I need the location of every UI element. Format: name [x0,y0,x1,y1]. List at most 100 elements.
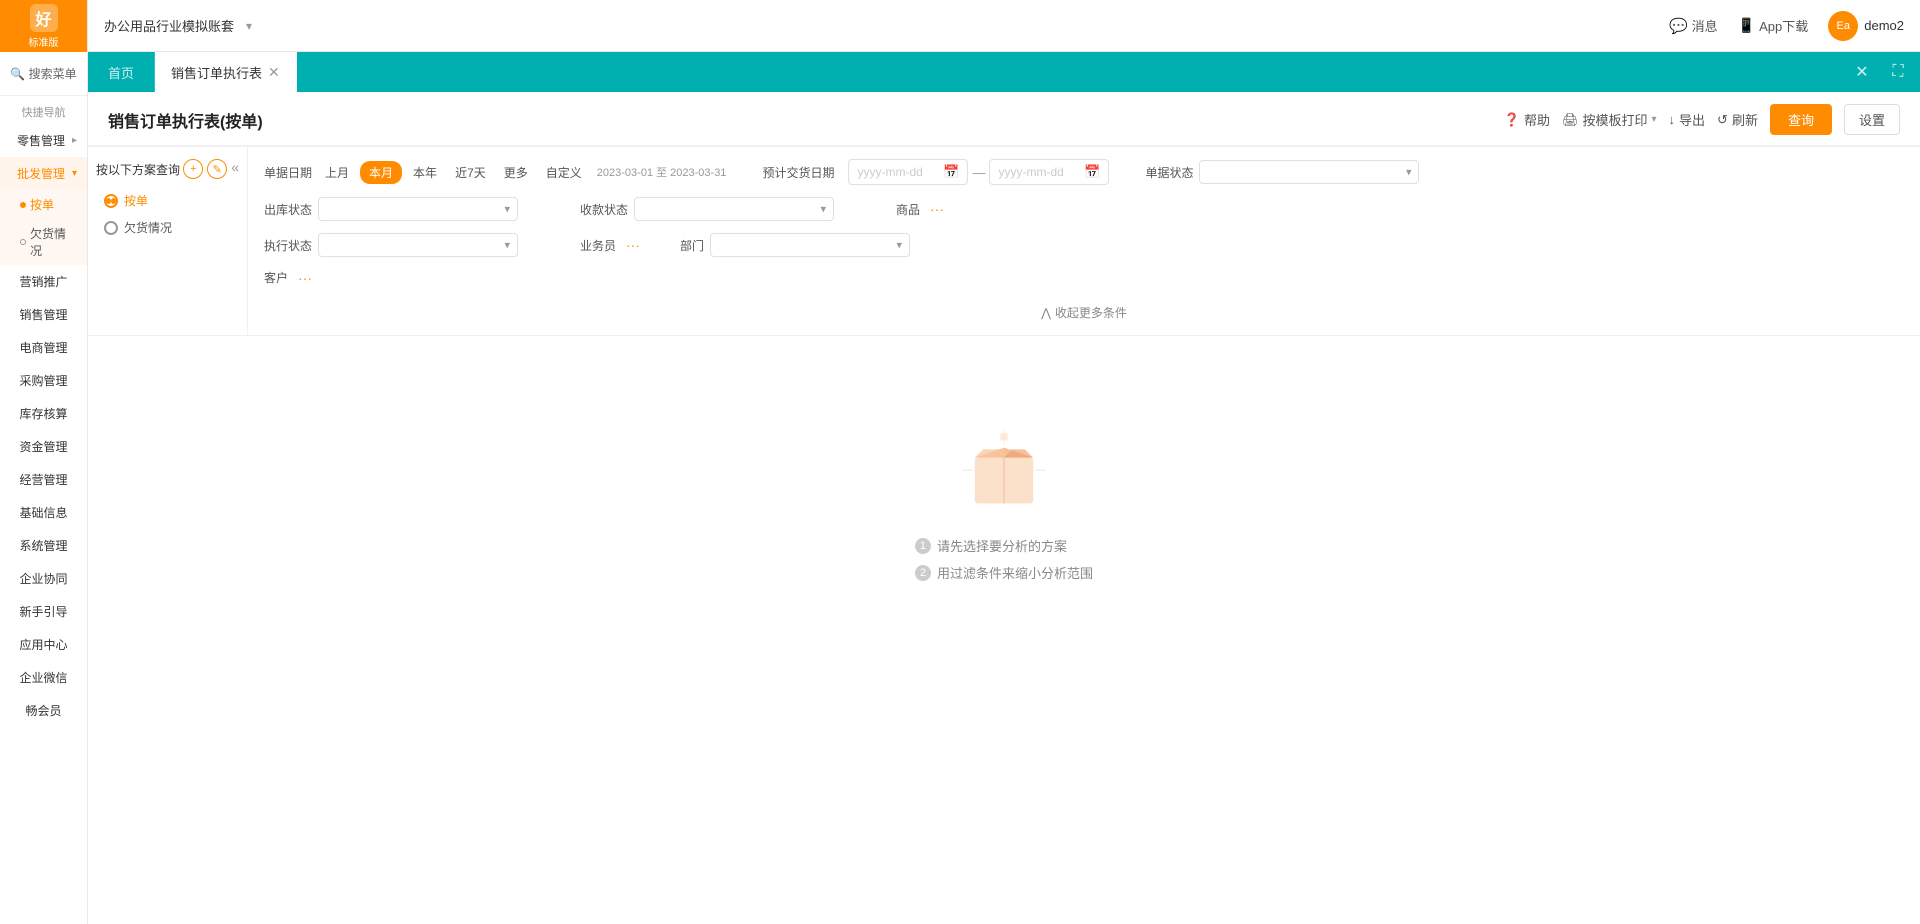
add-scheme-button[interactable]: + [183,159,203,179]
sidebar-item-basic-label: 基础信息 [10,504,77,521]
salesperson-dots-icon[interactable]: ··· [622,237,644,253]
expected-date-start[interactable]: yyyy-mm-dd 📅 [848,159,968,185]
sidebar-item-corp-label: 企业协同 [10,570,77,587]
filter-area: 按以下方案查询 + ✎ « 按单 欠货情况 [88,146,1920,335]
calendar-end-icon[interactable]: 📅 [1084,164,1100,180]
date-start-placeholder: yyyy-mm-dd [857,165,922,179]
page-title: 销售订单执行表(按单) [108,108,263,132]
sidebar-item-corp[interactable]: 企业协同 [0,562,87,595]
export-button[interactable]: ↓ 导出 [1669,110,1706,129]
sidebar-item-marketing[interactable]: 营销推广 [0,265,87,298]
calendar-start-icon[interactable]: 📅 [943,164,959,180]
tab-close-button[interactable]: ✕ [268,65,280,79]
refresh-label: 刷新 [1732,110,1758,129]
date-btn-this-month[interactable]: 本月 [360,161,402,184]
goods-label: 商品 [896,201,920,218]
scheme-panel-header: 按以下方案查询 + ✎ « [96,159,239,179]
department-label: 部门 [680,237,704,254]
collapse-filter-button[interactable]: ⋀ 收起更多条件 [264,298,1904,323]
sidebar-item-wholesale[interactable]: 批发管理 ▾ [0,157,87,190]
execution-status-select[interactable] [318,233,518,257]
expected-date-inputs: yyyy-mm-dd 📅 — yyyy-mm-dd 📅 [848,159,1109,185]
sidebar-item-inventory[interactable]: 库存核算 [0,397,87,430]
logo-icon: 好 [30,4,58,32]
app-download-button[interactable]: 📱 App下载 [1738,16,1809,35]
goods-dots-icon[interactable]: ··· [926,201,948,217]
close-tab-button[interactable]: ✕ [1848,58,1876,86]
sidebar-item-marketing-label: 营销推广 [10,273,77,290]
print-arrow-icon: ▾ [1652,114,1657,125]
msg-button[interactable]: 💬 消息 [1669,16,1718,35]
export-label: 导出 [1679,110,1705,129]
date-btn-this-year[interactable]: 本年 [406,161,444,184]
scheme-item-by-order[interactable]: 按单 [96,187,239,214]
sidebar-item-finance[interactable]: 资金管理 [0,430,87,463]
sidebar-sub-item-order[interactable]: 按单 [0,190,87,219]
page-selector-arrow[interactable]: ▾ [246,19,252,33]
doc-status-select[interactable] [1199,160,1419,184]
sidebar-item-ecommerce[interactable]: 电商管理 [0,331,87,364]
msg-icon: 💬 [1669,17,1688,35]
sidebar-sub-order-label: 按单 [30,196,54,213]
customer-dots-icon[interactable]: ··· [294,270,316,286]
sidebar-item-retail[interactable]: 零售管理 ▸ [0,124,87,157]
sidebar-item-inventory-label: 库存核算 [10,405,77,422]
print-button[interactable]: 🖨 按模板打印 ▾ [1562,110,1657,129]
execution-status-label: 执行状态 [264,237,312,254]
topbar-right: 💬 消息 📱 App下载 Ea demo2 [1669,11,1904,41]
sidebar-item-newbie[interactable]: 新手引导 [0,595,87,628]
scheme-panel: 按以下方案查询 + ✎ « 按单 欠货情况 [88,147,248,335]
filter-block-receipt: 收款状态 [580,197,860,221]
sidebar-logo[interactable]: 好 标准版 [0,0,87,52]
sidebar-item-operation[interactable]: 经营管理 [0,463,87,496]
sidebar-item-vip[interactable]: 畅会员 [0,694,87,727]
sidebar-item-basic[interactable]: 基础信息 [0,496,87,529]
scheme-item-by-debt[interactable]: 欠货情况 [96,214,239,241]
user-menu[interactable]: Ea demo2 [1828,11,1904,41]
query-button[interactable]: 查询 [1770,104,1832,135]
date-btn-last-month[interactable]: 上月 [318,161,356,184]
filter-block-execution: 执行状态 [264,233,544,257]
date-range-text: 2023-03-01 至 2023-03-31 [597,164,727,180]
sidebar-sub-item-debt[interactable]: 欠货情况 [0,219,87,265]
inactive-dot-icon [20,239,26,245]
edit-scheme-button[interactable]: ✎ [207,159,227,179]
sidebar-item-sales[interactable]: 销售管理 [0,298,87,331]
phone-icon: 📱 [1738,17,1755,34]
tab-sales-order[interactable]: 销售订单执行表 ✕ [155,52,297,92]
sidebar-item-system[interactable]: 系统管理 [0,529,87,562]
department-select[interactable] [710,233,910,257]
avatar: Ea [1828,11,1858,41]
sidebar: 好 标准版 🔍 搜索菜单 快捷导航 零售管理 ▸ 批发管理 ▾ 按单 欠货情况 … [0,0,88,924]
search-menu-button[interactable]: 🔍 搜索菜单 [6,60,81,87]
date-btn-more[interactable]: 更多 [497,161,535,184]
date-end-placeholder: yyyy-mm-dd [998,165,1063,179]
scheme-panel-title: 按以下方案查询 [96,161,180,178]
expected-date-end[interactable]: yyyy-mm-dd 📅 [989,159,1109,185]
refresh-button[interactable]: ↺ 刷新 [1717,110,1758,129]
home-tab-label: 首页 [108,63,134,82]
sidebar-item-wechat[interactable]: 企业微信 [0,661,87,694]
sidebar-item-purchase[interactable]: 采购管理 [0,364,87,397]
maximize-button[interactable]: ⛶ [1884,58,1912,86]
filter-item-goods: 商品 ··· [896,201,948,218]
sidebar-item-ecommerce-label: 电商管理 [10,339,77,356]
page-header-actions: ❓ 帮助 🖨 按模板打印 ▾ ↓ 导出 ↺ 刷新 查询 设置 [1504,104,1900,135]
date-btn-custom[interactable]: 自定义 [539,161,589,184]
collapse-scheme-button[interactable]: « [231,159,239,179]
tabbar-right: ✕ ⛶ [1848,58,1920,86]
empty-tips: 1 请先选择要分析的方案 2 用过滤条件来缩小分析范围 [915,536,1093,582]
date-btn-7days[interactable]: 近7天 [448,161,493,184]
sidebar-item-appstore[interactable]: 应用中心 [0,628,87,661]
salesperson-label: 业务员 [580,237,616,254]
sidebar-item-retail-label: 零售管理 [10,132,72,149]
sidebar-item-sales-label: 销售管理 [10,306,77,323]
help-button[interactable]: ❓ 帮助 [1504,110,1550,129]
settings-button[interactable]: 设置 [1844,104,1900,135]
delivery-status-select[interactable] [318,197,518,221]
doc-status-label: 单据状态 [1145,164,1193,181]
receipt-status-select[interactable] [634,197,834,221]
tab-home[interactable]: 首页 [88,52,155,92]
filter-item-date: 单据日期 上月 本月 本年 近7天 更多 自定义 2023-03-01 至 20… [264,161,726,184]
filter-row-3: 执行状态 业务员 ··· 部门 [264,233,1904,257]
